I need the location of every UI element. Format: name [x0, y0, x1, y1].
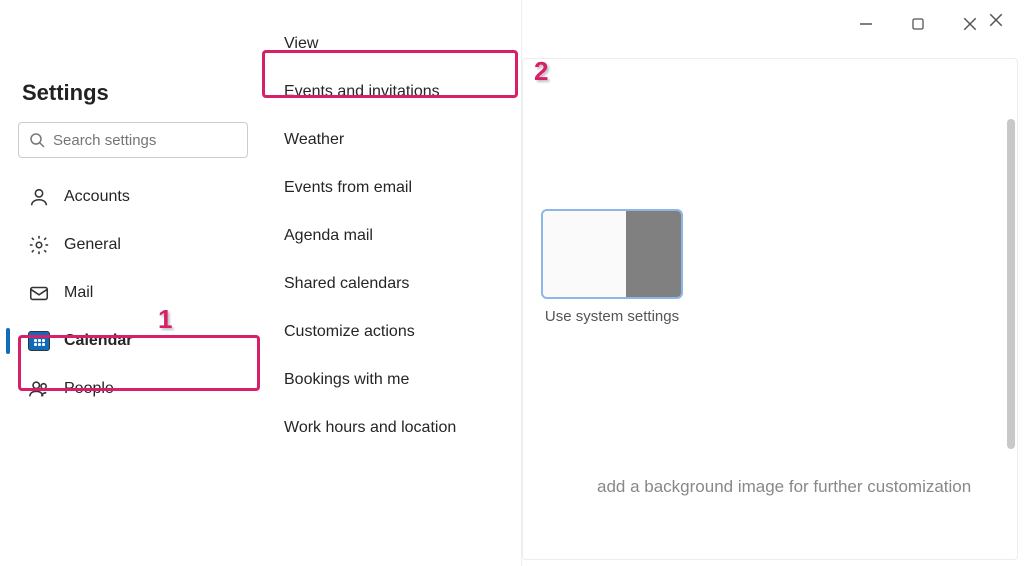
calendar-icon [28, 330, 50, 352]
settings-title: Settings [18, 70, 242, 122]
sidebar-item-general[interactable]: General [18, 222, 242, 268]
subnav-weather[interactable]: Weather [262, 116, 521, 164]
close-button[interactable] [958, 12, 982, 36]
sidebar-item-people[interactable]: People [18, 366, 242, 412]
person-icon [28, 186, 50, 208]
sidebar-item-label: Calendar [64, 332, 132, 350]
settings-window: Settings Accounts General Mail Cal [0, 0, 1024, 566]
sidebar-item-label: Mail [64, 284, 93, 302]
subnav-bookings[interactable]: Bookings with me [262, 356, 521, 404]
subnav-work-hours[interactable]: Work hours and location [262, 404, 521, 452]
theme-option-system[interactable]: Use system settings [541, 209, 683, 327]
close-button-dup[interactable] [984, 8, 1008, 32]
search-settings[interactable] [18, 122, 248, 158]
minimize-button[interactable] [854, 12, 878, 36]
annotation-number-1: 1 [158, 304, 172, 335]
calendar-subnav: View Events and invitations Weather Even… [262, 0, 522, 566]
search-icon [29, 132, 45, 148]
subnav-events-from-email[interactable]: Events from email [262, 164, 521, 212]
settings-sidebar: Settings Accounts General Mail Cal [0, 70, 260, 412]
subnav-view[interactable]: View [262, 20, 521, 68]
subnav-agenda-mail[interactable]: Agenda mail [262, 212, 521, 260]
annotation-number-2: 2 [534, 56, 548, 87]
people-icon [28, 378, 50, 400]
sidebar-item-label: Accounts [64, 188, 130, 206]
gear-icon [28, 234, 50, 256]
background-hint: add a background image for further custo… [597, 477, 971, 497]
scrollbar[interactable] [1007, 119, 1015, 449]
sidebar-item-label: People [64, 380, 114, 398]
sidebar-item-label: General [64, 236, 121, 254]
settings-nav: Accounts General Mail Calendar People [18, 174, 242, 412]
subnav-events-invitations[interactable]: Events and invitations [262, 68, 521, 116]
theme-preview [541, 209, 683, 299]
settings-content: Use system settings add a background ima… [522, 58, 1018, 560]
sidebar-item-accounts[interactable]: Accounts [18, 174, 242, 220]
sidebar-item-calendar[interactable]: Calendar [18, 318, 242, 364]
theme-label: Use system settings [541, 307, 683, 327]
search-input[interactable] [53, 132, 252, 149]
sidebar-item-mail[interactable]: Mail [18, 270, 242, 316]
mail-icon [28, 282, 50, 304]
maximize-button[interactable] [906, 12, 930, 36]
subnav-customize-actions[interactable]: Customize actions [262, 308, 521, 356]
subnav-shared-calendars[interactable]: Shared calendars [262, 260, 521, 308]
